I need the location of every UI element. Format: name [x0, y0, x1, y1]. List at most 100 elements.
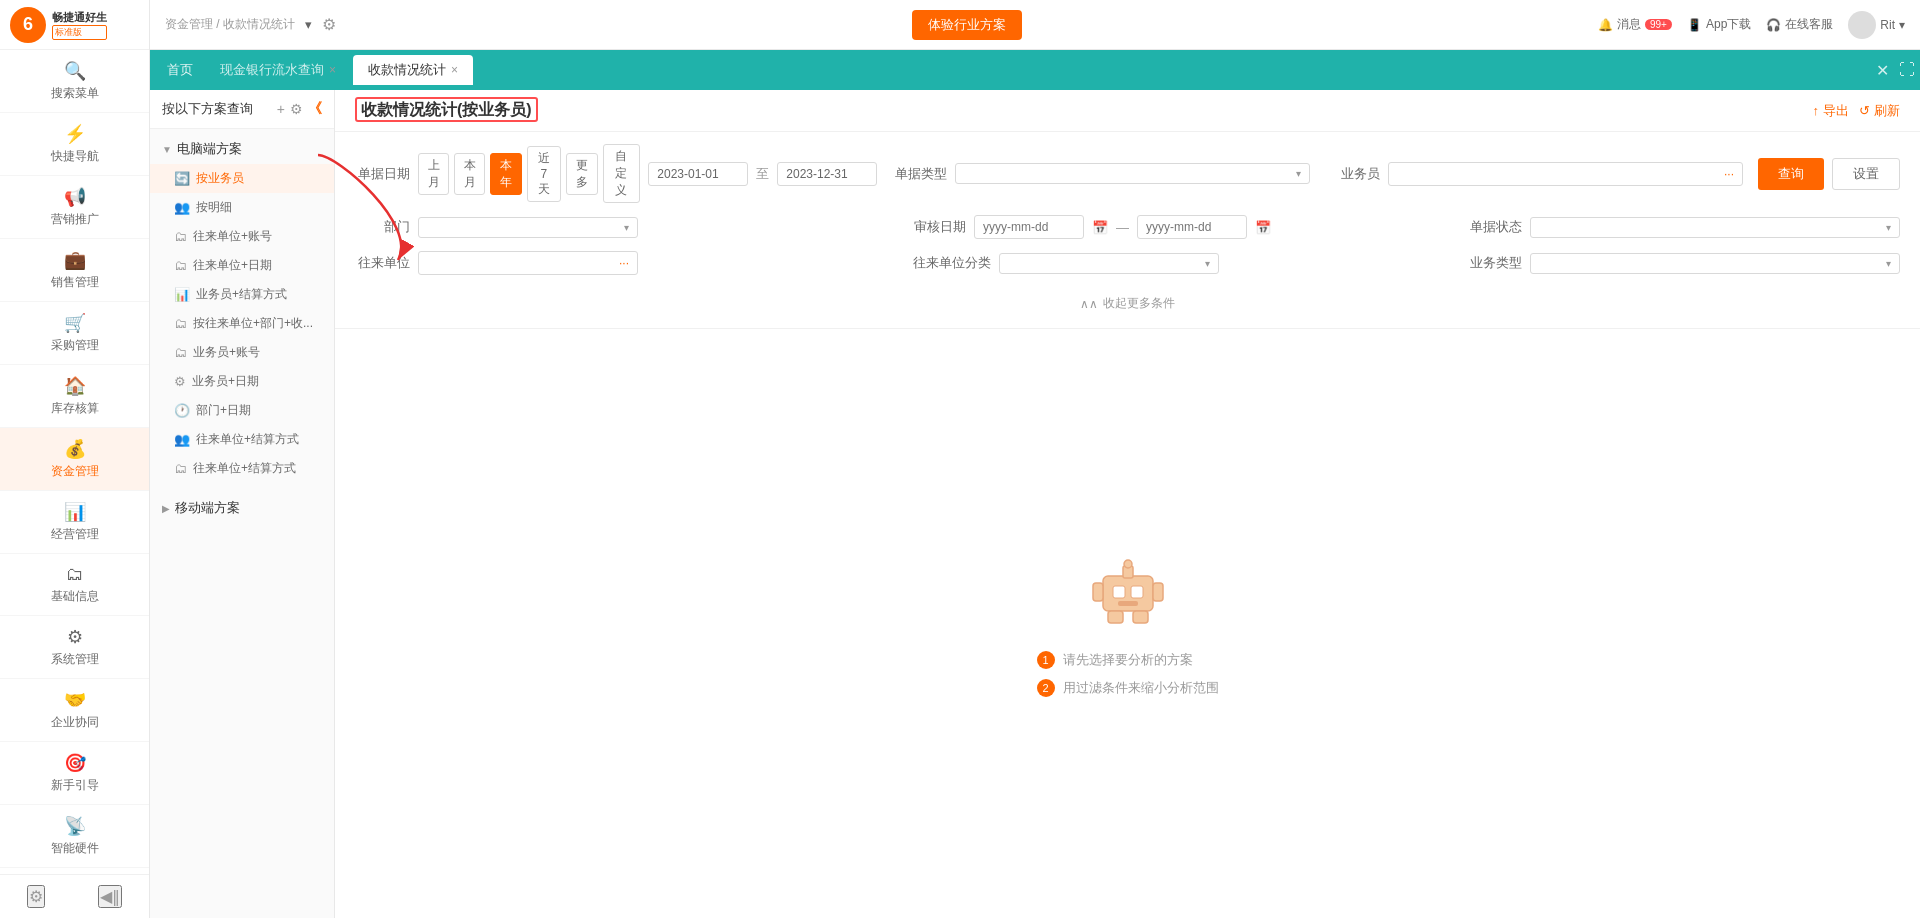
date-btn-last-month[interactable]: 上月 — [418, 153, 449, 195]
dept-field: 部门 ▾ — [355, 217, 896, 238]
date-start-input[interactable] — [648, 162, 748, 186]
counterpart-select[interactable]: ··· — [418, 251, 638, 275]
sidebar-item-purchase[interactable]: 🛒 采购管理 — [0, 302, 149, 365]
tab-home[interactable]: 首页 — [155, 55, 205, 85]
app-download-button[interactable]: 📱 App下载 — [1687, 16, 1751, 33]
counterpart-more-icon[interactable]: ··· — [619, 256, 629, 270]
refresh-icon: ↺ — [1859, 103, 1870, 118]
plan-item-salesperson-payment[interactable]: 📊 业务员+结算方式 — [150, 280, 334, 309]
sidebar-item-inventory[interactable]: 🏠 库存核算 — [0, 365, 149, 428]
plan-item-counterpart-date[interactable]: 🗂 往来单位+日期 — [150, 251, 334, 280]
refresh-button[interactable]: ↺ 刷新 — [1859, 102, 1900, 120]
breadcrumb: 资金管理 / 收款情况统计 — [165, 16, 295, 33]
tab-bank[interactable]: 现金银行流水查询 × — [205, 55, 351, 85]
tab-receipt-close[interactable]: × — [451, 63, 458, 77]
biz-type-select[interactable]: ▾ — [1530, 253, 1900, 274]
tab-controls: ✕ ⛶ — [1876, 61, 1915, 80]
sidebar-item-guide[interactable]: 🎯 新手引导 — [0, 742, 149, 805]
plan-group-desktop-header[interactable]: ▼ 电脑端方案 — [150, 134, 334, 164]
trial-button[interactable]: 体验行业方案 — [912, 10, 1022, 40]
sidebar-item-system[interactable]: ⚙ 系统管理 — [0, 616, 149, 679]
sidebar-item-basic[interactable]: 🗂 基础信息 — [0, 554, 149, 616]
tab-receipt[interactable]: 收款情况统计 × — [353, 55, 473, 85]
date-btn-this-month[interactable]: 本月 — [454, 153, 485, 195]
tab-close-all-button[interactable]: ✕ — [1876, 61, 1889, 80]
step-1-num: 1 — [1037, 651, 1055, 669]
sidebar: 6 畅捷通好生 标准版 🔍 搜索菜单 ⚡ 快捷导航 📢 营销推广 💼 销售管理 … — [0, 0, 150, 918]
online-service-button[interactable]: 🎧 在线客服 — [1766, 16, 1833, 33]
plan-item-counterpart-payment1[interactable]: 👥 往来单位+结算方式 — [150, 425, 334, 454]
app-icon: 📱 — [1687, 18, 1702, 32]
inventory-icon: 🏠 — [64, 375, 86, 397]
empty-state: 1 请先选择要分析的方案 2 用过滤条件来缩小分析范围 — [1037, 551, 1219, 697]
counterpart-category-select[interactable]: ▾ — [999, 253, 1219, 274]
sidebar-item-enterprise[interactable]: 🤝 企业协同 — [0, 679, 149, 742]
svg-rect-9 — [1133, 611, 1148, 623]
plan-item-salesperson-date[interactable]: ⚙ 业务员+日期 — [150, 367, 334, 396]
biz-type-label: 业务类型 — [1467, 254, 1522, 272]
sidebar-settings-button[interactable]: ⚙ — [27, 885, 45, 908]
plan-group-mobile-header[interactable]: ▶ 移动端方案 — [150, 493, 334, 523]
doc-type-select[interactable]: ▾ — [955, 163, 1310, 184]
settings-button[interactable]: 设置 — [1832, 158, 1900, 190]
settings-plan-button[interactable]: ⚙ — [290, 101, 303, 117]
plan-group-desktop: ▼ 电脑端方案 🔄 按业务员 👥 按明细 🗂 往来单位+账号 🗂 往 — [150, 129, 334, 488]
audit-date-label: 审核日期 — [911, 218, 966, 236]
audit-date-start-input[interactable] — [974, 215, 1084, 239]
sidebar-item-marketing[interactable]: 📢 营销推广 — [0, 176, 149, 239]
add-plan-button[interactable]: + — [277, 101, 285, 117]
plan-item-dept-date[interactable]: 🕐 部门+日期 — [150, 396, 334, 425]
tab-bank-close[interactable]: × — [329, 63, 336, 77]
sidebar-item-operation[interactable]: 📊 经营管理 — [0, 491, 149, 554]
audit-date-end-input[interactable] — [1137, 215, 1247, 239]
doc-status-select[interactable]: ▾ — [1530, 217, 1900, 238]
user-menu[interactable]: Rit ▾ — [1848, 11, 1905, 39]
date-btn-7days[interactable]: 近7天 — [527, 146, 562, 202]
doc-type-dropdown-icon: ▾ — [1296, 168, 1301, 179]
sidebar-item-quicknav[interactable]: ⚡ 快捷导航 — [0, 113, 149, 176]
sidebar-item-finance[interactable]: 💰 资金管理 — [0, 428, 149, 491]
calendar-icon-2[interactable]: 📅 — [1255, 220, 1271, 235]
date-btn-custom[interactable]: 自定义 — [603, 144, 641, 203]
dept-select[interactable]: ▾ — [418, 217, 638, 238]
page-header: 收款情况统计(按业务员) ↑ 导出 ↺ 刷新 — [335, 90, 1920, 132]
user-avatar — [1848, 11, 1876, 39]
message-button[interactable]: 🔔 消息 99+ — [1598, 16, 1672, 33]
more-options-icon[interactable]: ··· — [1724, 167, 1734, 181]
collapse-conditions-button[interactable]: ∧∧ 收起更多条件 — [355, 287, 1900, 316]
basic-icon: 🗂 — [66, 564, 84, 585]
svg-rect-1 — [1113, 586, 1125, 598]
plan-item-detail[interactable]: 👥 按明细 — [150, 193, 334, 222]
svg-rect-3 — [1118, 601, 1138, 606]
sidebar-collapse-button[interactable]: ◀‖ — [98, 885, 122, 908]
plan-item-counterpart-payment2[interactable]: 🗂 往来单位+结算方式 — [150, 454, 334, 483]
breadcrumb-dropdown[interactable]: ▾ — [305, 17, 312, 32]
folder-icon-2: 🗂 — [174, 258, 187, 273]
empty-step-1: 1 请先选择要分析的方案 — [1037, 651, 1219, 669]
sidebar-item-search[interactable]: 🔍 搜索菜单 — [0, 50, 149, 113]
topbar-gear-icon[interactable]: ⚙ — [322, 15, 336, 34]
date-btn-more[interactable]: 更多 — [566, 153, 597, 195]
dept-dropdown-icon: ▾ — [624, 222, 629, 233]
export-button[interactable]: ↑ 导出 — [1813, 102, 1850, 120]
content-area: 按以下方案查询 + ⚙ 《 ▼ 电脑端方案 🔄 按业务员 👥 — [150, 90, 1920, 918]
svg-rect-6 — [1093, 583, 1103, 601]
calendar-icon-1[interactable]: 📅 — [1092, 220, 1108, 235]
folder-icon-5: 🗂 — [174, 461, 187, 476]
plan-item-counterpart-account[interactable]: 🗂 往来单位+账号 — [150, 222, 334, 251]
plan-item-counterpart-dept[interactable]: 🗂 按往来单位+部门+收... — [150, 309, 334, 338]
tab-maximize-button[interactable]: ⛶ — [1899, 61, 1915, 79]
salesperson-select[interactable]: ··· — [1388, 162, 1743, 186]
sidebar-item-sales[interactable]: 💼 销售管理 — [0, 239, 149, 302]
sidebar-item-hardware[interactable]: 📡 智能硬件 — [0, 805, 149, 868]
arrow-down-icon: ▼ — [162, 144, 172, 155]
date-end-input[interactable] — [777, 162, 877, 186]
table-area: 1 请先选择要分析的方案 2 用过滤条件来缩小分析范围 — [335, 329, 1920, 918]
collapse-icon: ∧∧ — [1080, 297, 1098, 311]
plan-item-by-salesperson[interactable]: 🔄 按业务员 — [150, 164, 334, 193]
query-button[interactable]: 查询 — [1758, 158, 1824, 190]
collapse-panel-button[interactable]: 《 — [308, 100, 322, 118]
plan-item-salesperson-account[interactable]: 🗂 业务员+账号 — [150, 338, 334, 367]
date-btn-this-year[interactable]: 本年 — [490, 153, 521, 195]
detail-icon: 👥 — [174, 200, 190, 215]
